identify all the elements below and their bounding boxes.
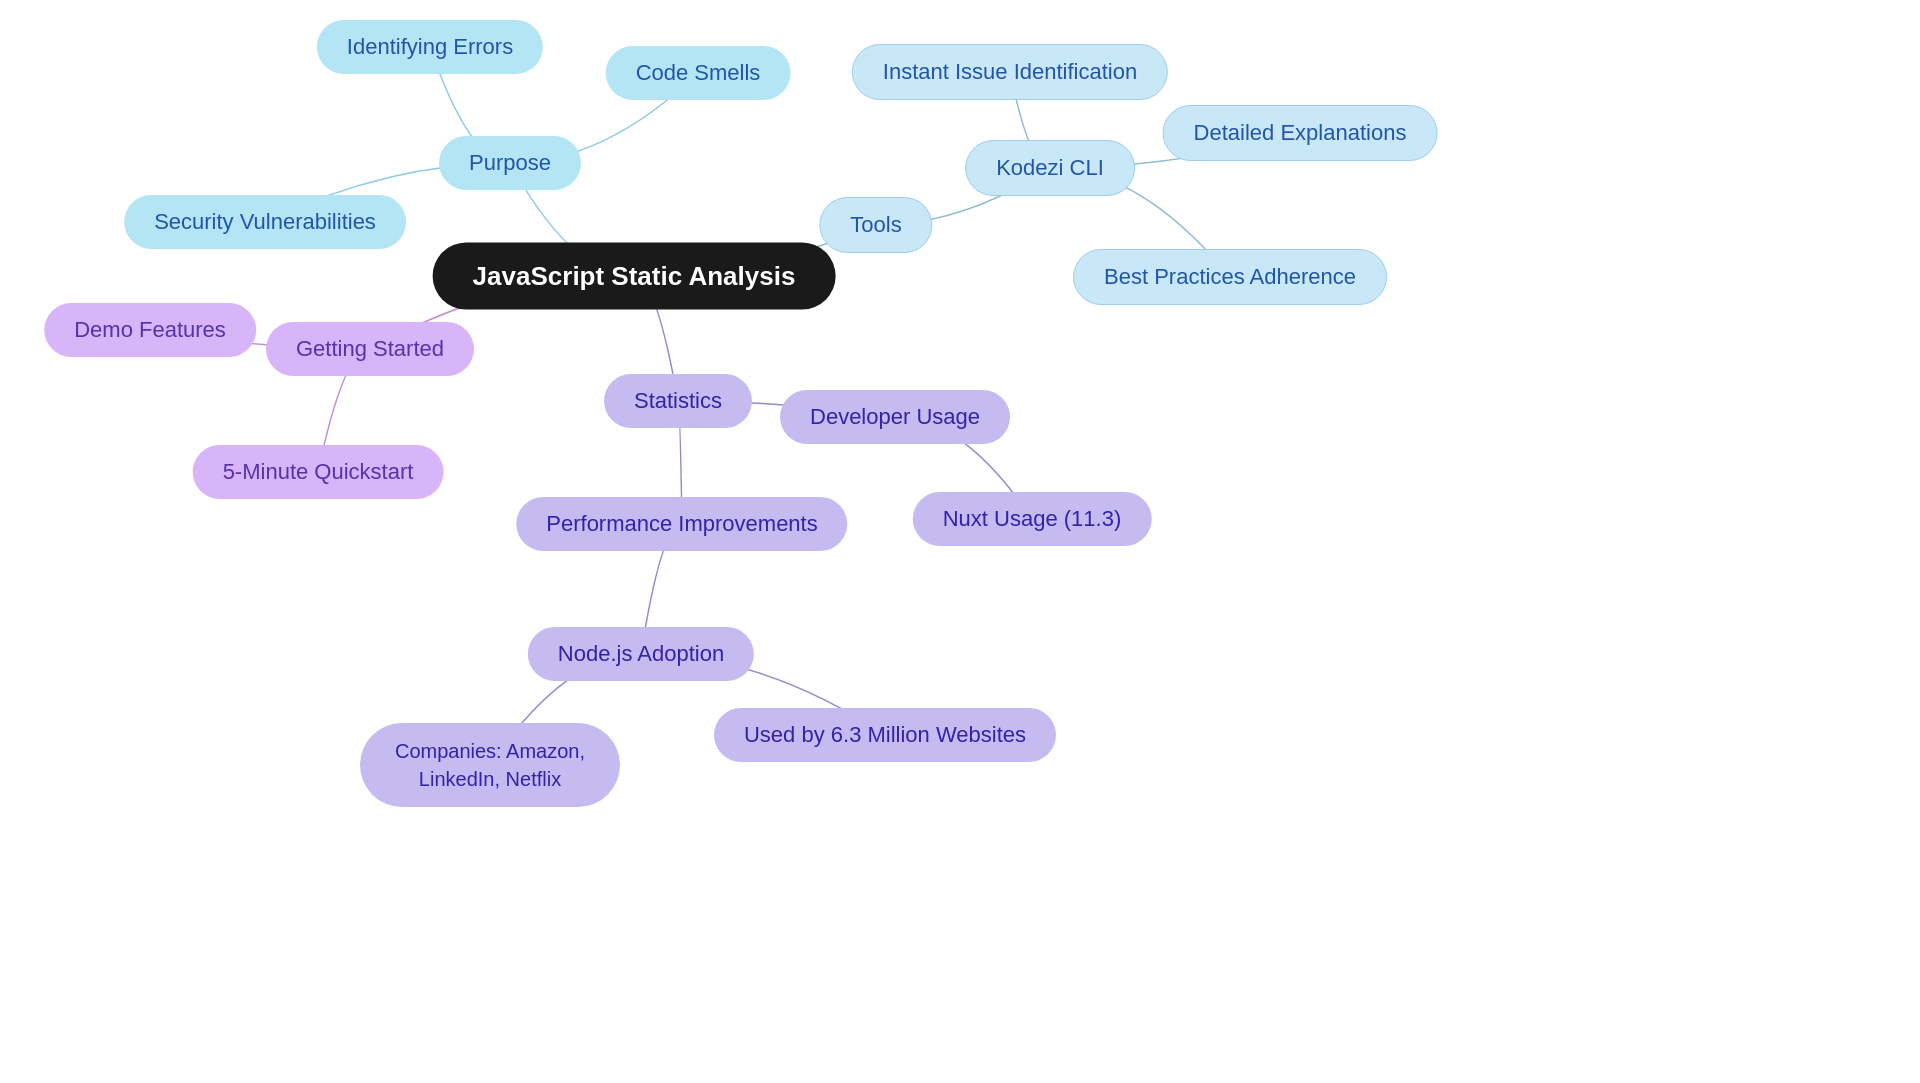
center-node[interactable]: JavaScript Static Analysis: [433, 243, 836, 310]
node-companies[interactable]: Companies: Amazon, LinkedIn, Netflix: [360, 723, 620, 807]
node-used-by[interactable]: Used by 6.3 Million Websites: [714, 708, 1056, 762]
node-identifying-errors[interactable]: Identifying Errors: [317, 20, 543, 74]
node-code-smells[interactable]: Code Smells: [606, 46, 791, 100]
node-best-practices[interactable]: Best Practices Adherence: [1073, 249, 1387, 305]
node-security-vuln[interactable]: Security Vulnerabilities: [124, 195, 406, 249]
mind-map-container: JavaScript Static Analysis Purpose Identif…: [0, 0, 1920, 1083]
node-developer-usage[interactable]: Developer Usage: [780, 390, 1010, 444]
node-nuxt-usage[interactable]: Nuxt Usage (11.3): [913, 492, 1152, 546]
node-detailed-exp[interactable]: Detailed Explanations: [1163, 105, 1438, 161]
node-demo-features[interactable]: Demo Features: [44, 303, 256, 357]
node-performance[interactable]: Performance Improvements: [516, 497, 847, 551]
node-instant-issue[interactable]: Instant Issue Identification: [852, 44, 1168, 100]
node-quickstart[interactable]: 5-Minute Quickstart: [193, 445, 444, 499]
node-tools[interactable]: Tools: [819, 197, 932, 253]
node-kodezi-cli[interactable]: Kodezi CLI: [965, 140, 1135, 196]
node-getting-started[interactable]: Getting Started: [266, 322, 474, 376]
node-nodejs-adoption[interactable]: Node.js Adoption: [528, 627, 754, 681]
node-purpose[interactable]: Purpose: [439, 136, 581, 190]
node-statistics[interactable]: Statistics: [604, 374, 752, 428]
